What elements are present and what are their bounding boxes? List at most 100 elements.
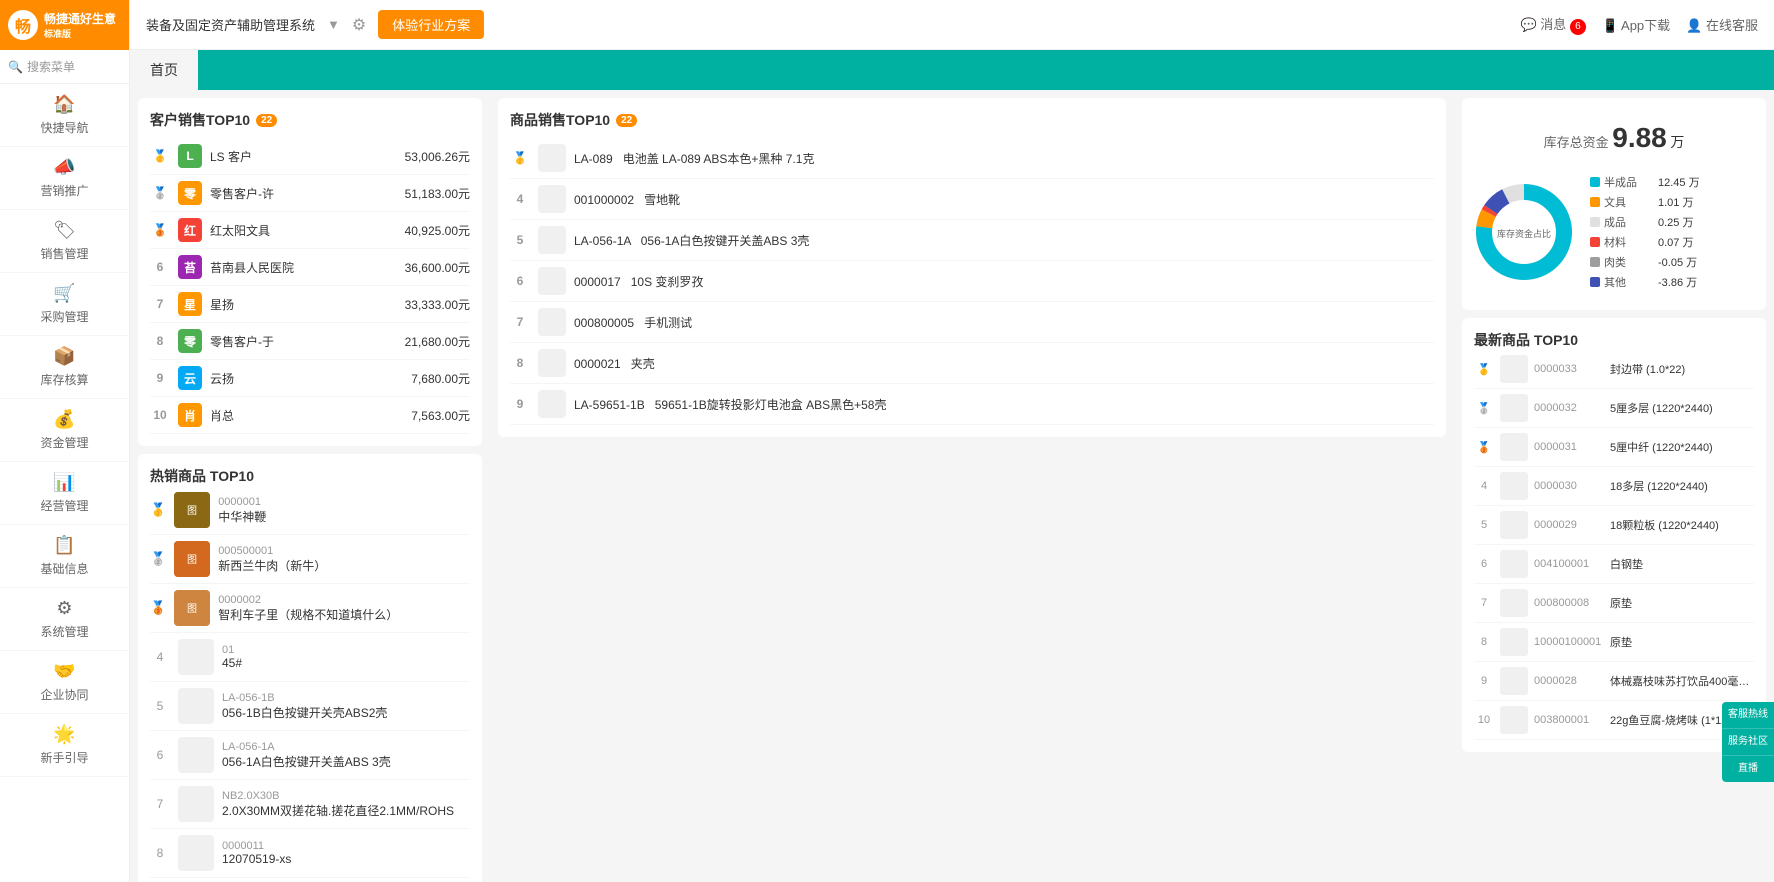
main-area: 装备及固定资产辅助管理系统 ▼ ⚙ 体验行业方案 💬 消息 6 📱 App下载 …: [130, 0, 1774, 882]
rank-medal: 🥈: [150, 551, 166, 567]
sidebar: 畅 畅捷通好生意 标准版 🔍 搜索菜单 🏠 快捷导航 📣 营销推广 🏷 销售管理…: [0, 0, 130, 882]
table-row: 9 LA-59651-1B 59651-1B旋转投影灯电池盒 ABS黑色+58壳: [510, 384, 1434, 425]
legend-name: 其他: [1604, 274, 1654, 290]
float-service-bar: 客服热线 服务社区 直播: [1722, 702, 1774, 782]
rank-medal: 🥉: [150, 223, 170, 237]
system-name: 装备及固定资产辅助管理系统: [146, 15, 315, 34]
product-thumb: [1500, 433, 1528, 461]
product-code: 0000002: [218, 594, 470, 606]
trial-button[interactable]: 体验行业方案: [378, 10, 484, 39]
product-thumb: [538, 308, 566, 336]
legend-color: [1590, 217, 1600, 227]
avatar: 云: [178, 366, 202, 390]
product-thumb: [1500, 667, 1528, 695]
rank-num: 7: [1474, 597, 1494, 609]
sidebar-item-label: 经营管理: [40, 497, 88, 514]
product-thumb: [1500, 628, 1528, 656]
float-live-btn[interactable]: 直播: [1722, 756, 1774, 782]
nav-tabs: 首页: [130, 50, 1774, 90]
product-code: 0000001: [218, 496, 470, 508]
product-code: NB2.0X30B: [222, 790, 470, 802]
table-row: 🥉 红 红太阳文具 40,925.00元: [150, 212, 470, 249]
product-info: NB2.0X30B 2.0X30MM双搓花轴.搓花直径2.1MM/ROHS: [222, 790, 470, 819]
product-name: 白钢垫: [1610, 556, 1754, 572]
product-info: LA-056-1B 056-1B白色按键开关壳ABS2壳: [222, 692, 470, 721]
product-name: 12070519-xs: [222, 852, 470, 866]
customer-rank-header: 客户销售TOP10 22: [150, 110, 470, 130]
search-label: 搜索菜单: [27, 58, 75, 75]
product-thumb: 图: [174, 590, 210, 626]
product-name: LA-056-1A 056-1A白色按键开关盖ABS 3壳: [574, 232, 1434, 249]
list-item: 4 0000030 18多层 (1220*2440): [1474, 467, 1754, 506]
float-community-btn[interactable]: 服务社区: [1722, 729, 1774, 756]
float-service-btn[interactable]: 客服热线: [1722, 702, 1774, 729]
product-code: 0000029: [1534, 519, 1604, 531]
purchase-icon: 🛒: [53, 283, 75, 304]
list-item: 6 LA-056-1A 056-1A白色按键开关盖ABS 3壳: [150, 731, 470, 780]
product-code: 004100001: [1534, 558, 1604, 570]
product-name: 体械嘉枝味苏打饮品400毫升 (1*15): [1610, 673, 1754, 689]
table-row: 6 苔 苔南县人民医院 36,600.00元: [150, 249, 470, 286]
rank-medal: 🥈: [1474, 402, 1494, 415]
finance-icon: 💰: [53, 409, 75, 430]
product-info: 0000011 12070519-xs: [222, 840, 470, 866]
online-service[interactable]: 👤 在线客服: [1686, 15, 1758, 34]
avatar: 零: [178, 329, 202, 353]
rank-num: 10: [150, 408, 170, 422]
product-code: 0000011: [222, 840, 470, 852]
product-name: 056-1A白色按键开关盖ABS 3壳: [222, 753, 470, 770]
dropdown-icon[interactable]: ▼: [327, 17, 340, 32]
tab-home[interactable]: 首页: [130, 50, 198, 90]
sidebar-item-inventory[interactable]: 📦 库存核算: [0, 336, 129, 399]
legend-color: [1590, 197, 1600, 207]
sidebar-nav: 🏠 快捷导航 📣 营销推广 🏷 销售管理 🛒 采购管理 📦 库存核算 💰 资金管…: [0, 84, 129, 882]
rank-num: 5: [1474, 519, 1494, 531]
inventory-icon: 📦: [53, 346, 75, 367]
legend-color: [1590, 257, 1600, 267]
sidebar-item-sales[interactable]: 🏷 销售管理: [0, 210, 129, 273]
customer-value: 33,333.00元: [405, 296, 470, 313]
sidebar-item-marketing[interactable]: 📣 营销推广: [0, 147, 129, 210]
msg-area[interactable]: 💬 消息 6: [1520, 14, 1585, 35]
customer-value: 7,680.00元: [411, 370, 470, 387]
rank-num: 8: [150, 846, 170, 860]
sidebar-item-purchase[interactable]: 🛒 采购管理: [0, 273, 129, 336]
product-thumb: [538, 226, 566, 254]
sidebar-item-enterprise[interactable]: 🤝 企业协同: [0, 651, 129, 714]
content-area: 客户销售TOP10 22 🥇 L LS 客户 53,006.26元 🥈 零 零售: [130, 90, 1774, 882]
inventory-unit: 万: [1670, 134, 1684, 150]
product-code: 01: [222, 644, 470, 656]
rank-num: 9: [510, 397, 530, 411]
hot-products-label: 热销商品 TOP10: [150, 466, 254, 486]
sidebar-item-operation[interactable]: 📊 经营管理: [0, 462, 129, 525]
product-name: 45#: [222, 656, 470, 670]
sidebar-item-system[interactable]: ⚙ 系统管理: [0, 588, 129, 651]
sidebar-item-guide[interactable]: 🌟 新手引导: [0, 714, 129, 777]
product-thumb: [178, 639, 214, 675]
customer-name: 肖总: [210, 407, 403, 424]
legend-value: 0.07 万: [1658, 234, 1693, 250]
legend-value: 12.45 万: [1658, 174, 1700, 190]
customer-value: 40,925.00元: [405, 222, 470, 239]
product-name: 中华神鞭: [218, 508, 470, 525]
sidebar-search[interactable]: 🔍 搜索菜单: [0, 50, 129, 84]
product-thumb: [178, 688, 214, 724]
product-name: 2.0X30MM双搓花轴.搓花直径2.1MM/ROHS: [222, 802, 470, 819]
sidebar-item-quick-nav[interactable]: 🏠 快捷导航: [0, 84, 129, 147]
sidebar-item-finance[interactable]: 💰 资金管理: [0, 399, 129, 462]
product-rank-badge: 22: [616, 114, 637, 127]
list-item: 🥈 0000032 5厘多层 (1220*2440): [1474, 389, 1754, 428]
rank-num: 7: [150, 797, 170, 811]
rank-medal: 🥇: [1474, 363, 1494, 376]
sidebar-item-label: 营销推广: [40, 182, 88, 199]
legend-value: -3.86 万: [1658, 274, 1697, 290]
settings-icon[interactable]: ⚙: [352, 15, 366, 35]
rank-num: 5: [150, 699, 170, 713]
app-download[interactable]: 📱 App下载: [1602, 15, 1670, 34]
customer-rank-card: 客户销售TOP10 22 🥇 L LS 客户 53,006.26元 🥈 零 零售: [138, 98, 482, 446]
customer-name: LS 客户: [210, 148, 397, 165]
product-thumb: 图: [174, 541, 210, 577]
rank-num: 6: [150, 748, 170, 762]
table-row: 🥈 零 零售客户-许 51,183.00元: [150, 175, 470, 212]
sidebar-item-basics[interactable]: 📋 基础信息: [0, 525, 129, 588]
